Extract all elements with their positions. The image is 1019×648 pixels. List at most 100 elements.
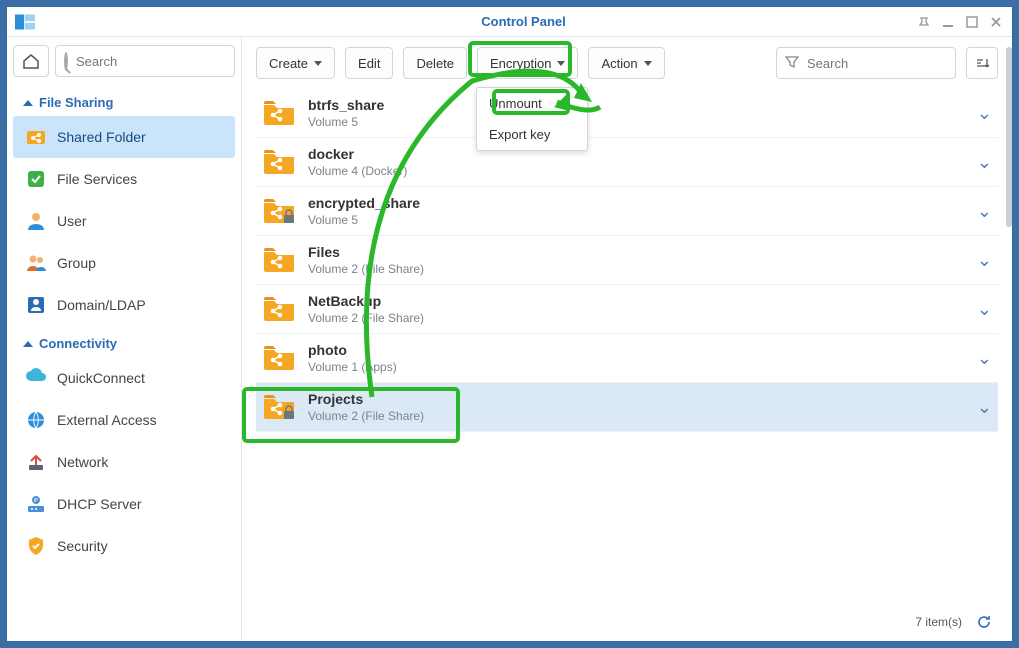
shared-folder-icon (262, 246, 296, 274)
sidebar-item-label: Group (57, 255, 96, 271)
filter-icon (785, 55, 799, 72)
encryption-button[interactable]: Encryption (477, 47, 578, 79)
control-panel-window: Control Panel File SharingShared FolderF… (6, 6, 1013, 642)
quickconnect-icon (25, 367, 47, 389)
sidebar-item-label: User (57, 213, 87, 229)
folder-row[interactable]: Files Volume 2 (File Share) ⌄ (256, 236, 998, 285)
external-access-icon (25, 409, 47, 431)
sort-button[interactable] (966, 47, 998, 79)
folder-location: Volume 2 (File Share) (308, 311, 977, 325)
share-folder-icon (25, 126, 47, 148)
caret-icon (644, 61, 652, 66)
close-button[interactable] (988, 14, 1004, 30)
folder-name: Projects (308, 391, 977, 407)
chevron-up-icon (23, 341, 33, 347)
chevron-down-icon[interactable]: ⌄ (977, 152, 992, 173)
encryption-menu-unmount[interactable]: Unmount (477, 88, 587, 119)
chevron-down-icon[interactable]: ⌄ (977, 348, 992, 369)
svg-text:IP: IP (34, 498, 39, 504)
shared-folder-icon (262, 344, 296, 372)
folder-name: Files (308, 244, 977, 260)
chevron-down-icon[interactable]: ⌄ (977, 250, 992, 271)
folder-row[interactable]: encrypted_share Volume 5 ⌄ (256, 187, 998, 236)
folder-location: Volume 5 (308, 115, 977, 129)
sidebar-item-label: Network (57, 454, 108, 470)
pin-button[interactable] (916, 14, 932, 30)
folder-location: Volume 1 (Apps) (308, 360, 977, 374)
sidebar-search[interactable] (55, 45, 235, 77)
status-bar: 7 item(s) (256, 609, 998, 635)
minimize-button[interactable] (940, 14, 956, 30)
sidebar-item-file-services[interactable]: File Services (13, 158, 235, 200)
content-search[interactable] (776, 47, 956, 79)
folder-row[interactable]: NetBackup Volume 2 (File Share) ⌄ (256, 285, 998, 334)
dhcp-server-icon: IP (25, 493, 47, 515)
folder-row[interactable]: Projects Volume 2 (File Share) ⌄ (256, 383, 998, 432)
sidebar-item-security[interactable]: Security (13, 525, 235, 567)
sidebar-group-header[interactable]: File Sharing (13, 89, 235, 116)
caret-icon (557, 61, 565, 66)
main-content: Create Edit Delete Encryption Action Unm… (242, 37, 1012, 641)
sidebar-item-label: Shared Folder (57, 129, 146, 145)
sidebar: File Sharing Shared Folder File Services Us… (7, 37, 242, 641)
action-button[interactable]: Action (588, 47, 664, 79)
folder-location: Volume 5 (308, 213, 977, 227)
chevron-up-icon (23, 100, 33, 106)
sidebar-item-label: DHCP Server (57, 496, 142, 512)
sidebar-item-label: Security (57, 538, 108, 554)
folder-name: btrfs_share (308, 97, 977, 113)
sidebar-search-input[interactable] (74, 53, 226, 70)
item-count: 7 item(s) (915, 615, 962, 629)
sidebar-item-dhcp-server[interactable]: IP DHCP Server (13, 483, 235, 525)
toolbar: Create Edit Delete Encryption Action (256, 47, 998, 79)
delete-button[interactable]: Delete (403, 47, 467, 79)
window-title: Control Panel (43, 14, 1004, 29)
shared-folder-icon (262, 148, 296, 176)
folder-location: Volume 4 (Docker) (308, 164, 977, 178)
encryption-menu-export-key[interactable]: Export key (477, 119, 587, 150)
folder-name: photo (308, 342, 977, 358)
folder-location: Volume 2 (File Share) (308, 409, 977, 423)
folder-row[interactable]: btrfs_share Volume 5 ⌄ (256, 89, 998, 138)
sidebar-item-domain-ldap[interactable]: Domain/LDAP (13, 284, 235, 326)
domain-ldap-icon (25, 294, 47, 316)
sidebar-item-label: External Access (57, 412, 157, 428)
app-icon (15, 14, 35, 30)
sidebar-item-label: Domain/LDAP (57, 297, 146, 313)
chevron-down-icon[interactable]: ⌄ (977, 299, 992, 320)
sidebar-item-label: QuickConnect (57, 370, 145, 386)
sidebar-group-label: File Sharing (39, 95, 113, 110)
shared-folder-icon-encrypted (262, 197, 296, 225)
shared-folder-icon-encrypted (262, 393, 296, 421)
edit-button[interactable]: Edit (345, 47, 393, 79)
folder-name: encrypted_share (308, 195, 977, 211)
content-search-input[interactable] (805, 55, 947, 72)
user-icon (25, 210, 47, 232)
sidebar-group-label: Connectivity (39, 336, 117, 351)
sidebar-item-label: File Services (57, 171, 137, 187)
sidebar-item-network[interactable]: Network (13, 441, 235, 483)
create-button[interactable]: Create (256, 47, 335, 79)
titlebar: Control Panel (7, 7, 1012, 37)
sidebar-item-group[interactable]: Group (13, 242, 235, 284)
chevron-down-icon[interactable]: ⌄ (977, 397, 992, 418)
network-icon (25, 451, 47, 473)
home-button[interactable] (13, 45, 49, 77)
folder-name: NetBackup (308, 293, 977, 309)
folder-row[interactable]: docker Volume 4 (Docker) ⌄ (256, 138, 998, 187)
shared-folder-list: btrfs_share Volume 5 ⌄ docker Volume 4 (… (256, 89, 998, 432)
search-icon (64, 54, 68, 69)
file-services-icon (25, 168, 47, 190)
shared-folder-icon (262, 295, 296, 323)
sidebar-item-quickconnect[interactable]: QuickConnect (13, 357, 235, 399)
sidebar-item-user[interactable]: User (13, 200, 235, 242)
folder-row[interactable]: photo Volume 1 (Apps) ⌄ (256, 334, 998, 383)
chevron-down-icon[interactable]: ⌄ (977, 201, 992, 222)
sidebar-group-header[interactable]: Connectivity (13, 330, 235, 357)
folder-name: docker (308, 146, 977, 162)
refresh-button[interactable] (976, 614, 992, 630)
sidebar-item-share-folder[interactable]: Shared Folder (13, 116, 235, 158)
maximize-button[interactable] (964, 14, 980, 30)
chevron-down-icon[interactable]: ⌄ (977, 103, 992, 124)
sidebar-item-external-access[interactable]: External Access (13, 399, 235, 441)
